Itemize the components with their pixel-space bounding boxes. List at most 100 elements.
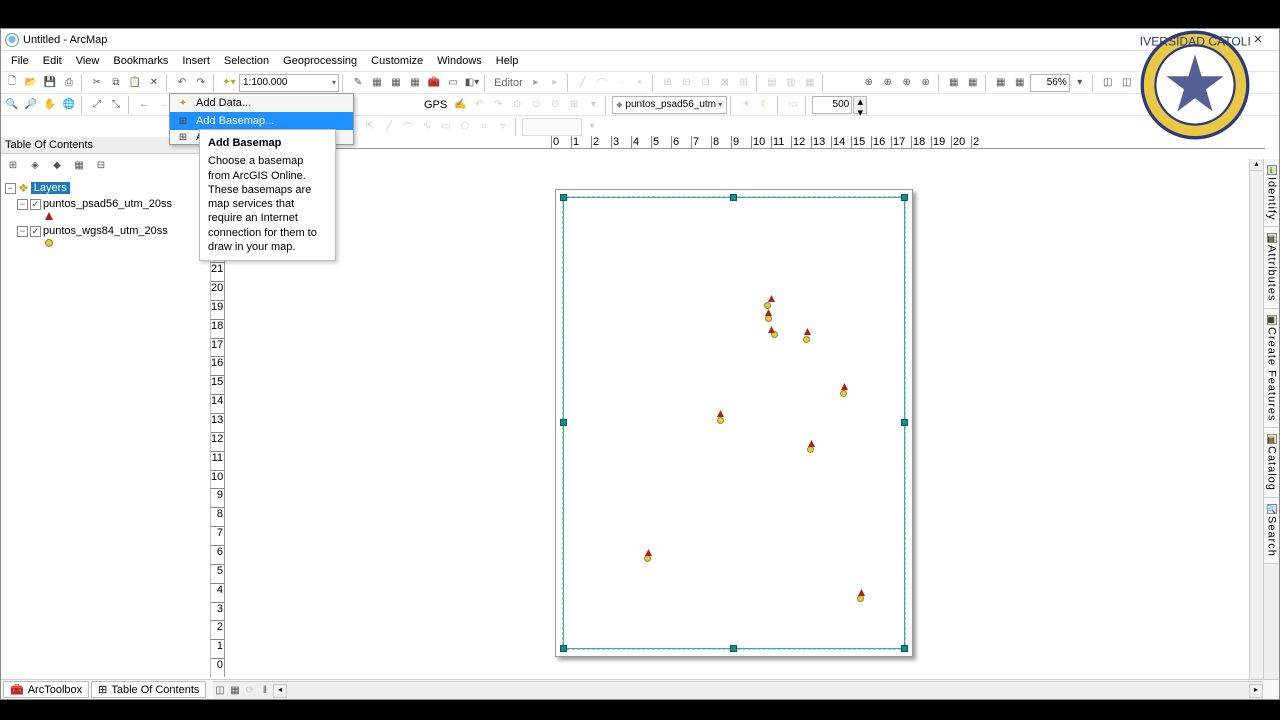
dropdown-item-add-basemap[interactable]: ⊞ Add Basemap... xyxy=(170,112,353,130)
refresh-button[interactable]: ⟳ xyxy=(243,684,257,698)
python-window-button[interactable]: ▭ xyxy=(444,74,462,92)
editor-toolbar-icon[interactable]: ✎ xyxy=(349,74,367,92)
tab-create-features[interactable]: ▦Create Features xyxy=(1264,309,1279,428)
georef-1-icon[interactable]: ⊕ xyxy=(860,74,878,92)
scale-combo[interactable]: 1:100.000 xyxy=(239,74,339,92)
draw-curve-icon[interactable]: ∿ xyxy=(418,118,436,136)
vertical-scrollbar[interactable]: ▴ xyxy=(1249,159,1263,681)
zoom-dropdown-icon[interactable]: ▾ xyxy=(1071,74,1089,92)
toc-list-by-visibility-icon[interactable]: ◆ xyxy=(48,156,66,174)
new-button[interactable]: 🗋 xyxy=(3,74,21,92)
edit-tool-1[interactable]: ▸ xyxy=(527,74,545,92)
undo-button[interactable]: ↶ xyxy=(173,74,191,92)
gps-4-icon[interactable]: ⊙ xyxy=(508,96,526,114)
toc-layer-0[interactable]: puntos_psad56_utm_20ss xyxy=(43,198,172,210)
tab-search[interactable]: 🔍Search xyxy=(1264,498,1279,564)
toc-list-by-drawing-icon[interactable]: ⊞ xyxy=(4,156,22,174)
handle-mr[interactable] xyxy=(901,419,908,426)
gps-1-icon[interactable]: ✍ xyxy=(451,96,469,114)
menu-insert[interactable]: Insert xyxy=(176,53,216,69)
layout-canvas[interactable] xyxy=(225,149,1279,677)
bottom-tab-toc[interactable]: ⊞Table Of Contents xyxy=(91,681,206,698)
cut-button[interactable]: ✂ xyxy=(88,74,106,92)
handle-tl[interactable] xyxy=(560,194,567,201)
toc-layer-1[interactable]: puntos_wgs84_utm_20ss xyxy=(43,225,168,237)
menu-customize[interactable]: Customize xyxy=(365,53,429,69)
grid-4-icon[interactable]: ▦ xyxy=(1011,74,1029,92)
gps-5-icon[interactable]: ⊙ xyxy=(527,96,545,114)
fixed-zoom-in-icon[interactable]: ⤢ xyxy=(88,96,106,114)
tab-identify[interactable]: iIdentify xyxy=(1264,159,1279,227)
layer-combo[interactable]: puntos_psad56_utm xyxy=(612,96,727,114)
pan-icon[interactable]: ✋ xyxy=(41,96,59,114)
layout-toggle-1[interactable]: ▦ xyxy=(368,74,386,92)
edit-tool-2[interactable]: ▸ xyxy=(546,74,564,92)
grid-3-icon[interactable]: ▦ xyxy=(992,74,1010,92)
buffer-input[interactable]: 500 xyxy=(812,96,852,114)
menu-windows[interactable]: Windows xyxy=(431,53,488,69)
gps-2-icon[interactable]: ↶ xyxy=(470,96,488,114)
delete-button[interactable]: ✕ xyxy=(145,74,163,92)
checkbox-layer-0[interactable] xyxy=(30,199,41,210)
toc-options-icon[interactable]: ⊟ xyxy=(92,156,110,174)
handle-bm[interactable] xyxy=(730,645,737,652)
gps-8-icon[interactable]: ▾ xyxy=(584,96,602,114)
print-button[interactable]: ⎙ xyxy=(60,74,78,92)
paste-button[interactable]: 📋 xyxy=(126,74,144,92)
layout-page[interactable] xyxy=(555,189,913,657)
editor-dropdown[interactable]: Editor xyxy=(491,77,526,89)
rect-icon[interactable]: ▭ xyxy=(784,96,802,114)
expand-layers-icon[interactable]: − xyxy=(5,183,16,194)
copy-button[interactable]: ⧉ xyxy=(107,74,125,92)
draw-down-icon[interactable]: ▿ xyxy=(494,118,512,136)
menu-file[interactable]: File xyxy=(5,53,35,69)
moon-icon[interactable]: ☾ xyxy=(756,96,774,114)
handle-ml[interactable] xyxy=(560,419,567,426)
draw-arc-icon[interactable]: ⌒ xyxy=(399,118,417,136)
menu-geoprocessing[interactable]: Geoprocessing xyxy=(277,53,363,69)
zoom-in-icon[interactable]: 🔍 xyxy=(3,96,21,114)
draw-line-icon[interactable]: ╱ xyxy=(380,118,398,136)
extent-1-icon[interactable]: ◫ xyxy=(1099,74,1117,92)
open-button[interactable]: 📂 xyxy=(22,74,40,92)
expand-layer-0-icon[interactable]: − xyxy=(17,199,28,210)
georef-3-icon[interactable]: ⊕ xyxy=(898,74,916,92)
draw-sel-icon[interactable]: ⇱ xyxy=(361,118,379,136)
gps-3-icon[interactable]: ↷ xyxy=(489,96,507,114)
zoom-out-icon[interactable]: 🔎 xyxy=(22,96,40,114)
draw-dd-icon[interactable]: ▾ xyxy=(583,118,601,136)
save-button[interactable]: 💾 xyxy=(41,74,59,92)
gps-7-icon[interactable]: ⊞ xyxy=(565,96,583,114)
add-data-button[interactable]: ✦▾ xyxy=(220,74,238,92)
sun-icon[interactable]: ☀ xyxy=(737,96,755,114)
horizontal-scrollbar[interactable]: ◫ ▦ ⟳ ‖ ◂ ▸ xyxy=(213,681,1263,699)
gps-6-icon[interactable]: ⊙ xyxy=(546,96,564,114)
tab-catalog[interactable]: ▤Catalog xyxy=(1264,428,1279,498)
back-extent-icon[interactable]: ← xyxy=(135,96,153,114)
menu-bookmarks[interactable]: Bookmarks xyxy=(107,53,174,69)
data-frame[interactable] xyxy=(563,197,905,649)
layers-root[interactable]: Layers xyxy=(31,182,70,194)
layout-view-button[interactable]: ▦ xyxy=(228,684,242,698)
layout-toggle-3[interactable]: ▦ xyxy=(406,74,424,92)
tab-attributes[interactable]: ▤Attributes xyxy=(1264,227,1279,308)
grid-2-icon[interactable]: ▦ xyxy=(964,74,982,92)
handle-br[interactable] xyxy=(901,645,908,652)
full-extent-icon[interactable]: 🌐 xyxy=(60,96,78,114)
grid-1-icon[interactable]: ▦ xyxy=(945,74,963,92)
handle-tr[interactable] xyxy=(901,194,908,201)
data-view-button[interactable]: ◫ xyxy=(213,684,227,698)
georef-4-icon[interactable]: ⊕ xyxy=(917,74,935,92)
draw-circle-icon[interactable]: ○ xyxy=(475,118,493,136)
menu-help[interactable]: Help xyxy=(490,53,525,69)
handle-bl[interactable] xyxy=(560,645,567,652)
draw-poly-icon[interactable]: ⬠ xyxy=(456,118,474,136)
menu-view[interactable]: View xyxy=(70,53,106,69)
bottom-tab-arctoolbox[interactable]: 🧰ArcToolbox xyxy=(3,681,89,698)
dropdown-item-add-data[interactable]: ✦ Add Data... xyxy=(170,94,353,112)
arctoolbox-button[interactable]: 🧰 xyxy=(425,74,443,92)
pause-button[interactable]: ‖ xyxy=(258,684,272,698)
draw-rect-icon[interactable]: ▭ xyxy=(437,118,455,136)
extent-2-icon[interactable]: ◫ xyxy=(1118,74,1136,92)
menu-selection[interactable]: Selection xyxy=(218,53,275,69)
